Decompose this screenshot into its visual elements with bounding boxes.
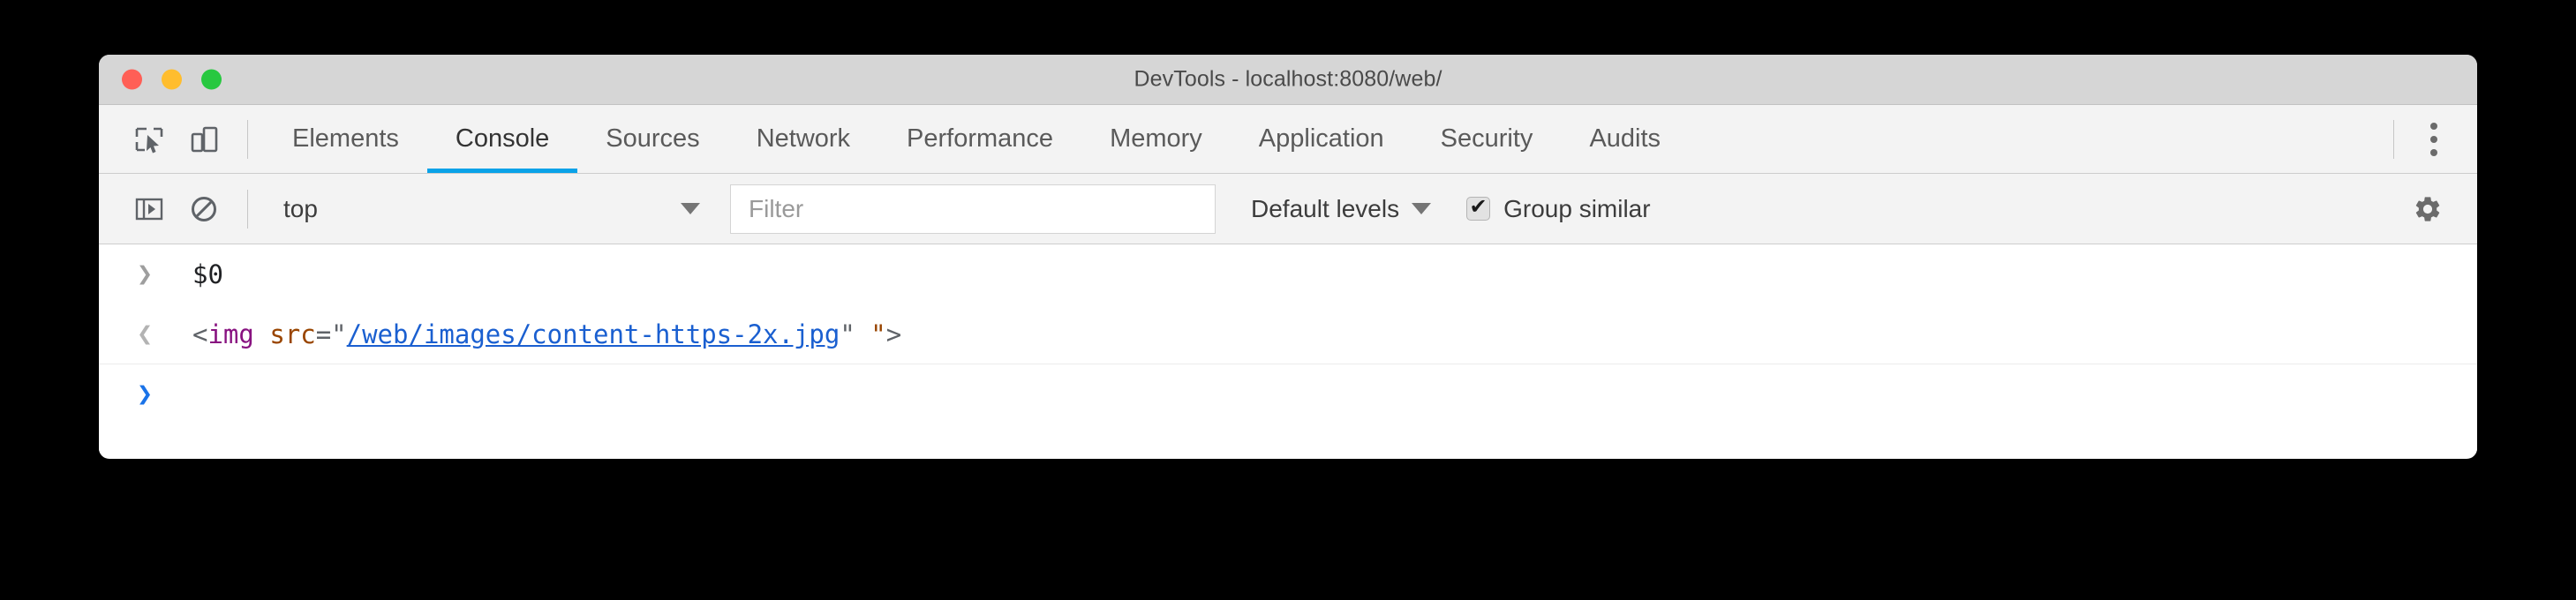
- window-titlebar: DevTools - localhost:8080/web/: [99, 55, 2477, 105]
- log-levels-value: Default levels: [1251, 194, 1400, 222]
- tabbar-right-divider: [2393, 119, 2394, 159]
- device-toolbar-icon[interactable]: [177, 114, 231, 165]
- tab-label: Elements: [292, 124, 399, 153]
- tab-application[interactable]: Application: [1231, 105, 1412, 173]
- gear-icon[interactable]: [2403, 184, 2452, 234]
- clear-console-icon[interactable]: [177, 184, 231, 235]
- tab-performance[interactable]: Performance: [878, 105, 1081, 173]
- console-message-list: ❯ $0 ❮ <img src="/web/images/content-htt…: [99, 244, 2477, 458]
- kebab-dot: [2430, 148, 2437, 156]
- panel-tabs: Elements Console Sources Network Perform…: [264, 105, 2377, 173]
- tab-network[interactable]: Network: [728, 105, 878, 173]
- console-sidebar-toggle-icon[interactable]: [122, 184, 177, 235]
- tabbar-right-controls: [2377, 114, 2477, 165]
- console-input-row[interactable]: ❯ $0: [99, 244, 2477, 304]
- html-trailing-space: [855, 319, 870, 349]
- html-open-bracket: <: [192, 319, 208, 349]
- log-levels-dropdown[interactable]: Default levels: [1242, 186, 1440, 232]
- devtools-tabbar: Elements Console Sources Network Perform…: [99, 105, 2477, 174]
- tab-label: Application: [1258, 124, 1384, 153]
- console-output-html: <img src="/web/images/content-https-2x.j…: [168, 319, 901, 349]
- kebab-dot: [2430, 135, 2437, 143]
- tab-label: Security: [1440, 124, 1533, 153]
- html-tag-name: img: [207, 319, 254, 349]
- execution-context-value: top: [283, 194, 318, 222]
- console-filter-placeholder: Filter: [749, 194, 804, 222]
- kebab-dot: [2430, 122, 2437, 130]
- html-extra-quote: ": [870, 319, 886, 349]
- html-attribute-link[interactable]: /web/images/content-https-2x.jpg: [347, 319, 840, 349]
- group-similar-toggle[interactable]: ✔ Group similar: [1466, 186, 1651, 232]
- chevron-down-icon: [1412, 203, 1432, 214]
- checkmark-icon: ✔: [1469, 195, 1488, 219]
- html-attribute-name: src: [269, 319, 316, 349]
- console-prompt-row[interactable]: ❯: [99, 364, 2477, 424]
- tabbar-divider: [247, 119, 248, 159]
- input-arrow-icon: ❯: [136, 259, 154, 289]
- tab-sources[interactable]: Sources: [577, 105, 727, 173]
- devtools-window: DevTools - localhost:8080/web/ Elements …: [99, 55, 2477, 459]
- inspect-element-icon[interactable]: [122, 114, 177, 165]
- chevron-down-icon: [681, 203, 700, 214]
- html-space: [254, 319, 269, 349]
- tab-label: Network: [756, 124, 851, 153]
- html-equals-quote: =": [315, 319, 347, 349]
- output-arrow-icon: ❮: [136, 318, 154, 349]
- tab-label: Memory: [1110, 124, 1202, 153]
- execution-context-dropdown[interactable]: top: [264, 186, 714, 232]
- tab-memory[interactable]: Memory: [1081, 105, 1231, 173]
- window-title: DevTools - localhost:8080/web/: [1134, 66, 1442, 92]
- console-output-row[interactable]: ❮ <img src="/web/images/content-https-2x…: [99, 304, 2477, 364]
- console-input-expression: $0: [192, 259, 223, 289]
- tab-label: Console: [455, 124, 550, 153]
- group-similar-label: Group similar: [1503, 194, 1651, 222]
- html-close-bracket: >: [885, 319, 902, 349]
- tab-security[interactable]: Security: [1412, 105, 1562, 173]
- console-toolbar-right: [2403, 184, 2477, 234]
- tab-elements[interactable]: Elements: [264, 105, 427, 173]
- console-filter-input[interactable]: Filter: [730, 184, 1216, 234]
- more-options-kebab-icon[interactable]: [2410, 114, 2458, 165]
- prompt-arrow-icon: ❯: [136, 379, 154, 409]
- tab-audits[interactable]: Audits: [1561, 105, 1689, 173]
- group-similar-checkbox[interactable]: ✔: [1466, 195, 1491, 221]
- html-close-quote: ": [840, 319, 855, 349]
- tab-label: Performance: [907, 124, 1054, 153]
- console-toolbar: top Filter Default levels ✔ Group simila…: [99, 174, 2477, 244]
- tab-label: Sources: [606, 124, 700, 153]
- tab-console[interactable]: Console: [426, 105, 578, 173]
- console-toolbar-divider: [247, 189, 248, 229]
- tab-label: Audits: [1589, 124, 1661, 153]
